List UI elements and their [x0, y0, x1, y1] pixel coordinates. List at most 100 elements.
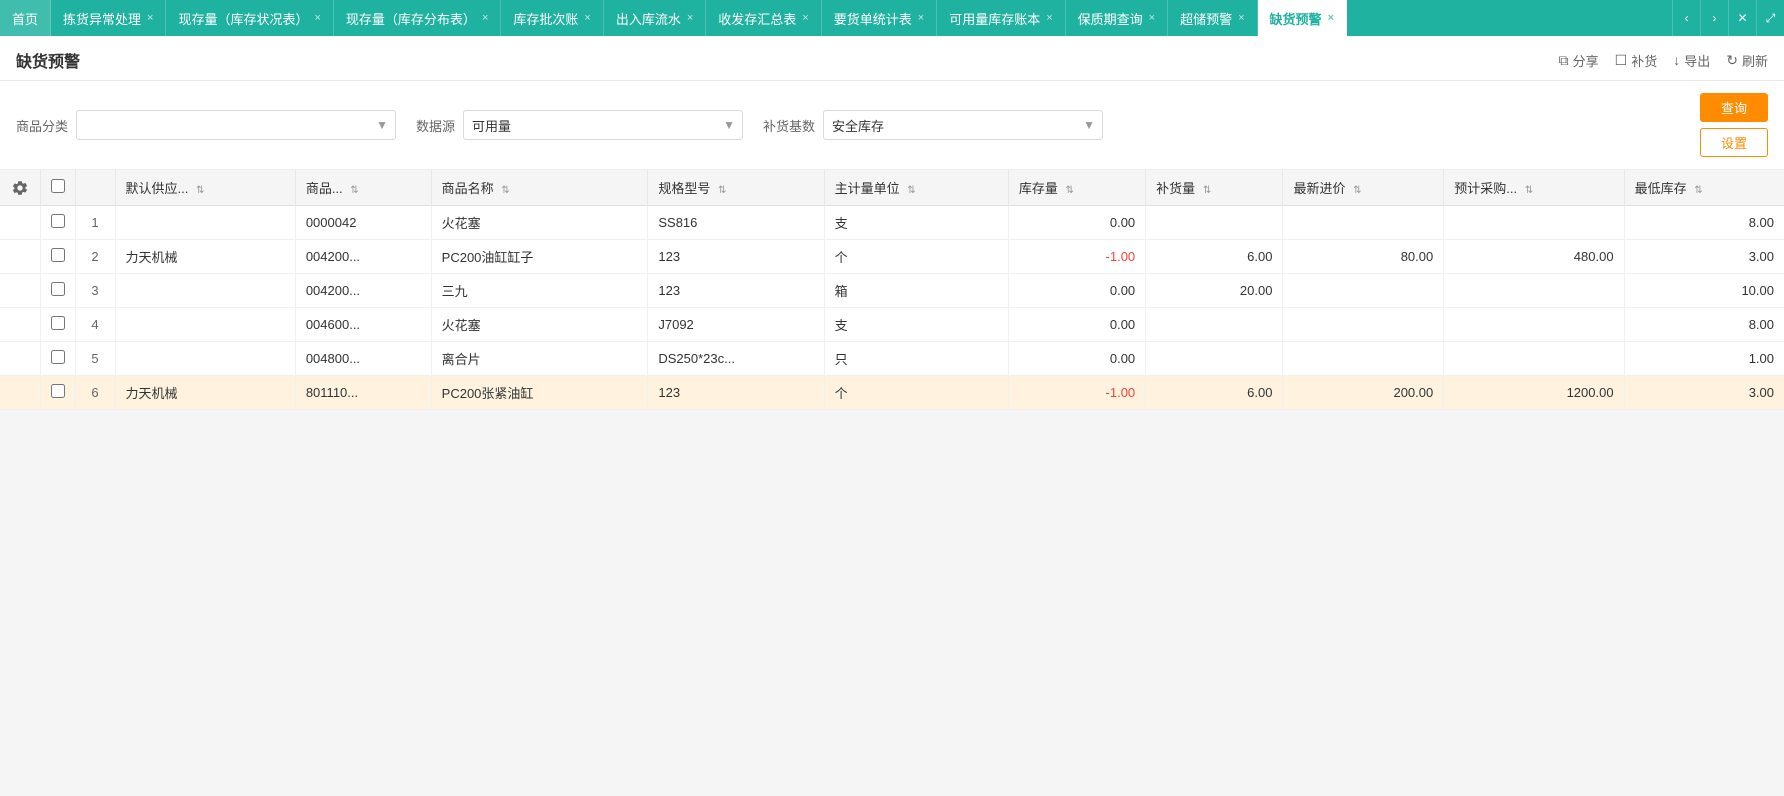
- tab-nav-controls: ‹ › ✕ ⤢: [1672, 0, 1784, 36]
- col-stock[interactable]: 库存量 ⇅: [1008, 170, 1145, 206]
- row-checkbox-cell[interactable]: [40, 308, 75, 342]
- close-tab-abnormal[interactable]: ×: [147, 12, 153, 24]
- tab-order-stat[interactable]: 要货单统计表 ×: [822, 0, 937, 36]
- tab-abnormal[interactable]: 拣货异常处理 ×: [51, 0, 166, 36]
- row-supplier-cell: [115, 308, 295, 342]
- row-latest-price-cell: 80.00: [1283, 240, 1444, 274]
- row-checkbox-3[interactable]: [51, 316, 65, 330]
- col-min-stock[interactable]: 最低库存 ⇅: [1624, 170, 1784, 206]
- col-checkbox-header[interactable]: [40, 170, 75, 206]
- close-tab-expiry-query[interactable]: ×: [1149, 12, 1155, 24]
- tab-available-ledger[interactable]: 可用量库存账本 ×: [937, 0, 1065, 36]
- row-supplier-cell: 力天机械: [115, 240, 295, 274]
- row-checkbox-5[interactable]: [51, 384, 65, 398]
- row-unit-cell: 个: [824, 376, 1008, 410]
- tab-batch-account[interactable]: 库存批次账 ×: [501, 0, 603, 36]
- tab-inventory-status[interactable]: 现存量（库存状况表） ×: [166, 0, 333, 36]
- row-replenish-qty-cell: [1146, 342, 1283, 376]
- close-tab-order-stat[interactable]: ×: [918, 12, 924, 24]
- page-title: 缺货预警: [16, 48, 80, 72]
- row-product-code-cell: 801110...: [295, 376, 431, 410]
- col-spec[interactable]: 规格型号 ⇅: [648, 170, 824, 206]
- query-button[interactable]: 查询: [1700, 93, 1768, 122]
- row-num-cell: 6: [75, 376, 115, 410]
- row-replenish-qty-cell: [1146, 308, 1283, 342]
- row-checkbox-cell[interactable]: [40, 342, 75, 376]
- export-icon: ↓: [1673, 52, 1680, 68]
- close-tab-inventory-status[interactable]: ×: [314, 12, 320, 24]
- row-min-stock-cell: 1.00: [1624, 342, 1784, 376]
- min-stock-sort-icon: ⇅: [1694, 185, 1702, 196]
- col-settings[interactable]: [0, 170, 40, 206]
- tab-collect-summary[interactable]: 收发存汇总表 ×: [706, 0, 821, 36]
- row-num-cell: 1: [75, 206, 115, 240]
- data-table: 默认供应... ⇅ 商品... ⇅ 商品名称 ⇅ 规格型号 ⇅: [0, 170, 1784, 410]
- row-checkbox-1[interactable]: [51, 248, 65, 262]
- col-supplier[interactable]: 默认供应... ⇅: [115, 170, 295, 206]
- tab-bar: 首页 拣货异常处理 × 现存量（库存状况表） × 现存量（库存分布表） × 库存…: [0, 0, 1784, 36]
- datasource-value: 可用量: [472, 116, 511, 135]
- replenish-button[interactable]: ☐ 补货: [1615, 51, 1658, 70]
- row-unit-cell: 个: [824, 240, 1008, 274]
- row-product-name-cell: 三九: [431, 274, 648, 308]
- close-tab-available-ledger[interactable]: ×: [1046, 12, 1052, 24]
- tab-scroll-right[interactable]: ›: [1700, 0, 1728, 36]
- category-filter-group: 商品分类 ▼: [16, 110, 396, 140]
- tab-expiry-query[interactable]: 保质期查询 ×: [1066, 0, 1168, 36]
- refresh-icon: ↻: [1726, 52, 1738, 69]
- table-row: 4 004600... 火花塞 J7092 支 0.00 8.00: [0, 308, 1784, 342]
- col-replenish-qty[interactable]: 补货量 ⇅: [1146, 170, 1283, 206]
- tab-maximize[interactable]: ⤢: [1756, 0, 1784, 36]
- close-tab-stockout[interactable]: ×: [1328, 12, 1334, 24]
- row-product-name-cell: 火花塞: [431, 308, 648, 342]
- col-unit[interactable]: 主计量单位 ⇅: [824, 170, 1008, 206]
- row-min-stock-cell: 8.00: [1624, 206, 1784, 240]
- row-checkbox-cell[interactable]: [40, 240, 75, 274]
- settings-gear-icon[interactable]: [11, 179, 29, 197]
- tab-home[interactable]: 首页: [0, 0, 51, 36]
- col-product-code[interactable]: 商品... ⇅: [295, 170, 431, 206]
- filter-area: 商品分类 ▼ 数据源 可用量 ▼ 补货基数 安全库存: [0, 81, 1784, 170]
- export-button[interactable]: ↓ 导出: [1673, 51, 1710, 70]
- row-num-cell: 3: [75, 274, 115, 308]
- category-select[interactable]: [76, 110, 396, 140]
- close-tab-inout-flow[interactable]: ×: [687, 12, 693, 24]
- row-checkbox-cell[interactable]: [40, 274, 75, 308]
- row-product-name-cell: 火花塞: [431, 206, 648, 240]
- row-settings-cell: [0, 342, 40, 376]
- refresh-button[interactable]: ↻ 刷新: [1726, 51, 1768, 70]
- spec-sort-icon: ⇅: [718, 185, 726, 196]
- row-checkbox-2[interactable]: [51, 282, 65, 296]
- tab-stockout[interactable]: 缺货预警 ×: [1258, 0, 1347, 36]
- table-row: 3 004200... 三九 123 箱 0.00 20.00 10.00: [0, 274, 1784, 308]
- close-tab-inventory-dist[interactable]: ×: [482, 12, 488, 24]
- tab-scroll-left[interactable]: ‹: [1672, 0, 1700, 36]
- row-checkbox-cell[interactable]: [40, 206, 75, 240]
- share-button[interactable]: ⧉ 分享: [1559, 51, 1599, 70]
- tab-inout-flow[interactable]: 出入库流水 ×: [604, 0, 706, 36]
- row-stock-cell: 0.00: [1008, 342, 1145, 376]
- col-product-name[interactable]: 商品名称 ⇅: [431, 170, 648, 206]
- row-checkbox-4[interactable]: [51, 350, 65, 364]
- row-stock-cell: 0.00: [1008, 206, 1145, 240]
- tab-overstock[interactable]: 超储预警 ×: [1168, 0, 1257, 36]
- col-latest-price[interactable]: 最新进价 ⇅: [1283, 170, 1444, 206]
- col-est-purchase[interactable]: 预计采购... ⇅: [1444, 170, 1624, 206]
- row-checkbox-0[interactable]: [51, 214, 65, 228]
- close-tab-collect-summary[interactable]: ×: [802, 12, 808, 24]
- select-all-checkbox[interactable]: [51, 179, 65, 193]
- row-product-name-cell: 离合片: [431, 342, 648, 376]
- tab-inventory-dist[interactable]: 现存量（库存分布表） ×: [334, 0, 501, 36]
- replenish-select-wrapper: 安全库存 ▼: [823, 110, 1103, 140]
- tab-close-all[interactable]: ✕: [1728, 0, 1756, 36]
- datasource-select[interactable]: 可用量: [463, 110, 743, 140]
- close-tab-batch-account[interactable]: ×: [584, 12, 590, 24]
- row-checkbox-cell[interactable]: [40, 376, 75, 410]
- replenish-select[interactable]: 安全库存: [823, 110, 1103, 140]
- close-tab-overstock[interactable]: ×: [1238, 12, 1244, 24]
- row-spec-cell: 123: [648, 376, 824, 410]
- row-unit-cell: 箱: [824, 274, 1008, 308]
- settings-button[interactable]: 设置: [1700, 128, 1768, 157]
- replenish-value: 安全库存: [832, 116, 884, 135]
- row-min-stock-cell: 10.00: [1624, 274, 1784, 308]
